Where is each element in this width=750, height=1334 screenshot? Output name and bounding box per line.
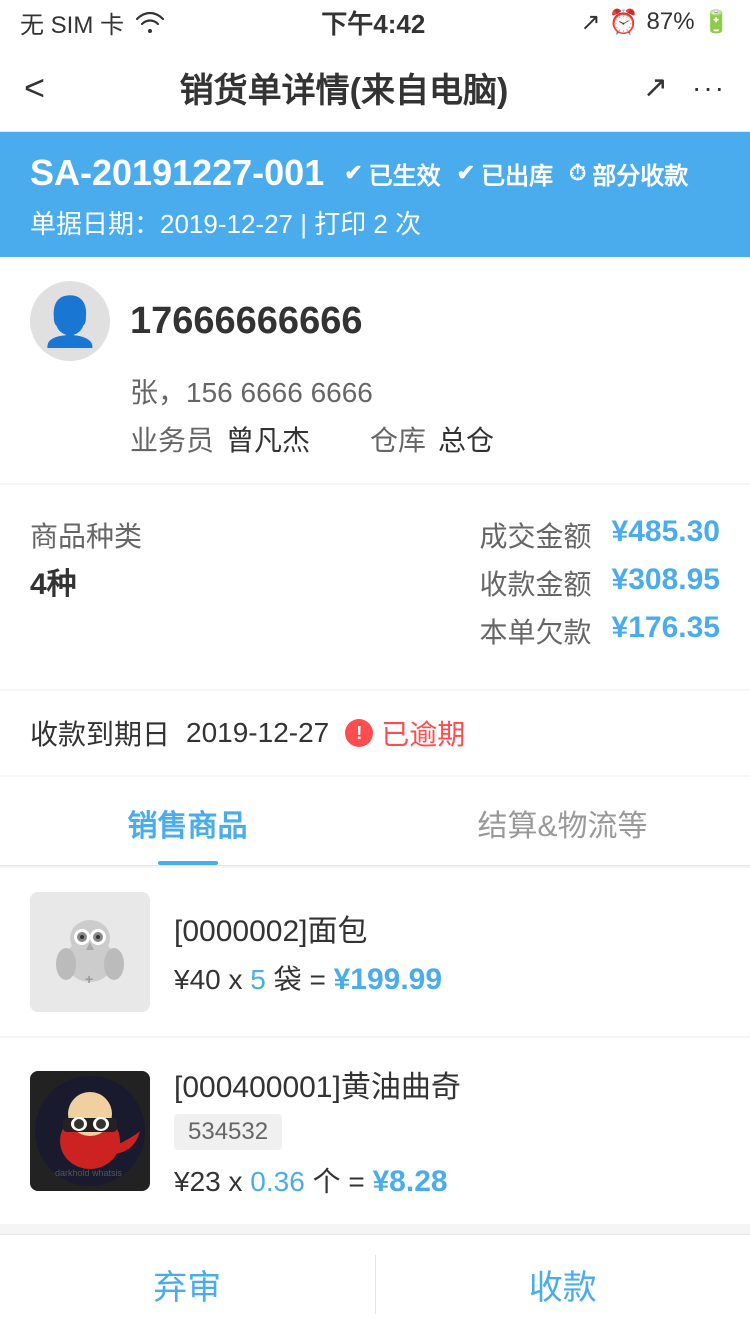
order-badges: ✔ 已生效 ✔ 已出库 ⏱ 部分收款 bbox=[344, 156, 688, 191]
status-left: 无 SIM 卡 bbox=[20, 5, 166, 40]
reject-button[interactable]: 弃审 bbox=[0, 1235, 375, 1334]
battery-label: 87% bbox=[647, 8, 695, 36]
product-name-2: [000400001]黄油曲奇 bbox=[174, 1062, 720, 1106]
bottom-bar: 弃审 收款 bbox=[0, 1234, 750, 1334]
equals-1: = bbox=[309, 964, 333, 995]
wifi-icon bbox=[134, 11, 166, 33]
price-x-2: x bbox=[229, 1166, 251, 1197]
warehouse-value: 总仓 bbox=[438, 419, 494, 459]
back-button[interactable]: < bbox=[24, 67, 45, 109]
order-id: SA-20191227-001 bbox=[30, 152, 324, 194]
summary-card: 商品种类 4种 成交金额 ¥485.30 收款金额 ¥308.95 本单欠款 ¥… bbox=[0, 485, 750, 689]
owed-amount: ¥176.35 bbox=[612, 611, 720, 651]
status-time: 下午4:42 bbox=[321, 4, 425, 41]
product-price-2: ¥23 x 0.36 个 = ¥8.28 bbox=[174, 1160, 720, 1200]
warehouse-item: 仓库 总仓 bbox=[370, 419, 494, 459]
nav-actions: ↗ ··· bbox=[643, 70, 726, 105]
list-item: + [0000002]面包 ¥40 x 5 袋 = ¥199.99 bbox=[0, 868, 750, 1036]
unit-1: 袋 bbox=[274, 964, 302, 995]
confirm-button[interactable]: 收款 bbox=[376, 1235, 750, 1334]
more-button[interactable]: ··· bbox=[692, 72, 726, 104]
svg-text:darkhold whatsis: darkhold whatsis bbox=[55, 1168, 123, 1178]
owed-label: 本单欠款 bbox=[480, 611, 592, 651]
status-right: ↗ ⏰ 87% 🔋 bbox=[581, 8, 730, 37]
share-button[interactable]: ↗ bbox=[643, 70, 668, 105]
customer-card: 👤 17666666666 张，156 6666 6666 业务员 曾凡杰 仓库… bbox=[0, 257, 750, 483]
due-date-card: 收款到期日 2019-12-27 ! 已逾期 bbox=[0, 691, 750, 775]
alarm-icon: ⏰ bbox=[609, 8, 639, 37]
customer-phone: 17666666666 bbox=[130, 300, 362, 343]
badge-shipped: ✔ 已出库 bbox=[457, 156, 553, 191]
status-bar: 无 SIM 卡 下午4:42 ↗ ⏰ 87% 🔋 bbox=[0, 0, 750, 44]
owl-icon: + bbox=[50, 912, 130, 992]
avatar-icon: 👤 bbox=[40, 293, 100, 350]
product-type-label: 商品种类 bbox=[30, 515, 142, 555]
check-shipped-icon: ✔ bbox=[457, 160, 475, 186]
received-amount-row: 收款金额 ¥308.95 bbox=[480, 563, 720, 603]
deal-amount: ¥485.30 bbox=[612, 515, 720, 555]
tabs: 销售商品 结算&物流等 bbox=[0, 777, 750, 866]
customer-contact: 张，156 6666 6666 bbox=[130, 371, 720, 411]
price-value-2: ¥23 bbox=[174, 1166, 221, 1197]
overdue-badge: ! 已逾期 bbox=[345, 713, 465, 753]
clock-icon: ⏱ bbox=[569, 160, 586, 186]
tab-settlement[interactable]: 结算&物流等 bbox=[375, 777, 750, 865]
avatar: 👤 bbox=[30, 281, 110, 361]
qty-1: 5 bbox=[250, 964, 266, 995]
product-sku-2: 534532 bbox=[174, 1114, 282, 1150]
order-header-banner: SA-20191227-001 ✔ 已生效 ✔ 已出库 ⏱ 部分收款 单据日期：… bbox=[0, 132, 750, 257]
product-image-1: + bbox=[30, 892, 150, 1012]
salesperson-value: 曾凡杰 bbox=[226, 419, 310, 459]
total-1: ¥199.99 bbox=[334, 963, 442, 996]
product-info-2: [000400001]黄油曲奇 534532 ¥23 x 0.36 个 = ¥8… bbox=[174, 1062, 720, 1200]
ninja-icon: darkhold whatsis bbox=[35, 1076, 145, 1186]
due-date-label: 收款到期日 bbox=[30, 713, 170, 753]
nav-bar: < 销货单详情(来自电脑) ↗ ··· bbox=[0, 44, 750, 132]
salesperson-label: 业务员 bbox=[130, 419, 214, 459]
page-title: 销货单详情(来自电脑) bbox=[180, 63, 509, 112]
badge-partial: ⏱ 部分收款 bbox=[569, 156, 688, 191]
overdue-dot-icon: ! bbox=[345, 719, 373, 747]
product-type-section: 商品种类 4种 bbox=[30, 515, 142, 659]
customer-meta: 业务员 曾凡杰 仓库 总仓 bbox=[130, 419, 720, 459]
product-image-2: darkhold whatsis bbox=[30, 1071, 150, 1191]
product-name-1: [0000002]面包 bbox=[174, 906, 720, 950]
product-info-1: [0000002]面包 ¥40 x 5 袋 = ¥199.99 bbox=[174, 906, 720, 998]
owed-amount-row: 本单欠款 ¥176.35 bbox=[480, 611, 720, 651]
tab-products[interactable]: 销售商品 bbox=[0, 777, 375, 865]
badge-shipped-label: 已出库 bbox=[481, 156, 553, 191]
list-item: darkhold whatsis [000400001]黄油曲奇 534532 … bbox=[0, 1038, 750, 1224]
product-type-count: 4种 bbox=[30, 559, 142, 603]
due-date-value: 2019-12-27 bbox=[186, 717, 329, 749]
received-amount: ¥308.95 bbox=[612, 563, 720, 603]
location-icon: ↗ bbox=[581, 8, 601, 37]
badge-effective: ✔ 已生效 bbox=[344, 156, 440, 191]
product-list: + [0000002]面包 ¥40 x 5 袋 = ¥199.99 bbox=[0, 868, 750, 1224]
svg-text:+: + bbox=[85, 971, 93, 987]
equals-2: = bbox=[348, 1166, 372, 1197]
battery-icon: 🔋 bbox=[703, 9, 730, 35]
customer-row: 👤 17666666666 bbox=[30, 281, 720, 361]
deal-amount-row: 成交金额 ¥485.30 bbox=[480, 515, 720, 555]
total-2: ¥8.28 bbox=[373, 1165, 448, 1198]
overdue-label: 已逾期 bbox=[381, 713, 465, 753]
price-value-1: ¥40 bbox=[174, 964, 221, 995]
unit-2: 个 bbox=[313, 1166, 341, 1197]
received-label: 收款金额 bbox=[480, 563, 592, 603]
sim-label: 无 SIM 卡 bbox=[20, 5, 124, 40]
product-price-1: ¥40 x 5 袋 = ¥199.99 bbox=[174, 958, 720, 998]
price-x-1: x bbox=[229, 964, 251, 995]
check-effective-icon: ✔ bbox=[344, 160, 362, 186]
badge-partial-label: 部分收款 bbox=[592, 156, 688, 191]
qty-2: 0.36 bbox=[250, 1166, 305, 1197]
badge-effective-label: 已生效 bbox=[369, 156, 441, 191]
amount-section: 成交金额 ¥485.30 收款金额 ¥308.95 本单欠款 ¥176.35 bbox=[480, 515, 720, 659]
salesperson-item: 业务员 曾凡杰 bbox=[130, 419, 310, 459]
warehouse-label: 仓库 bbox=[370, 419, 426, 459]
order-date: 单据日期：2019-12-27 | 打印 2 次 bbox=[30, 204, 720, 241]
deal-label: 成交金额 bbox=[480, 515, 592, 555]
